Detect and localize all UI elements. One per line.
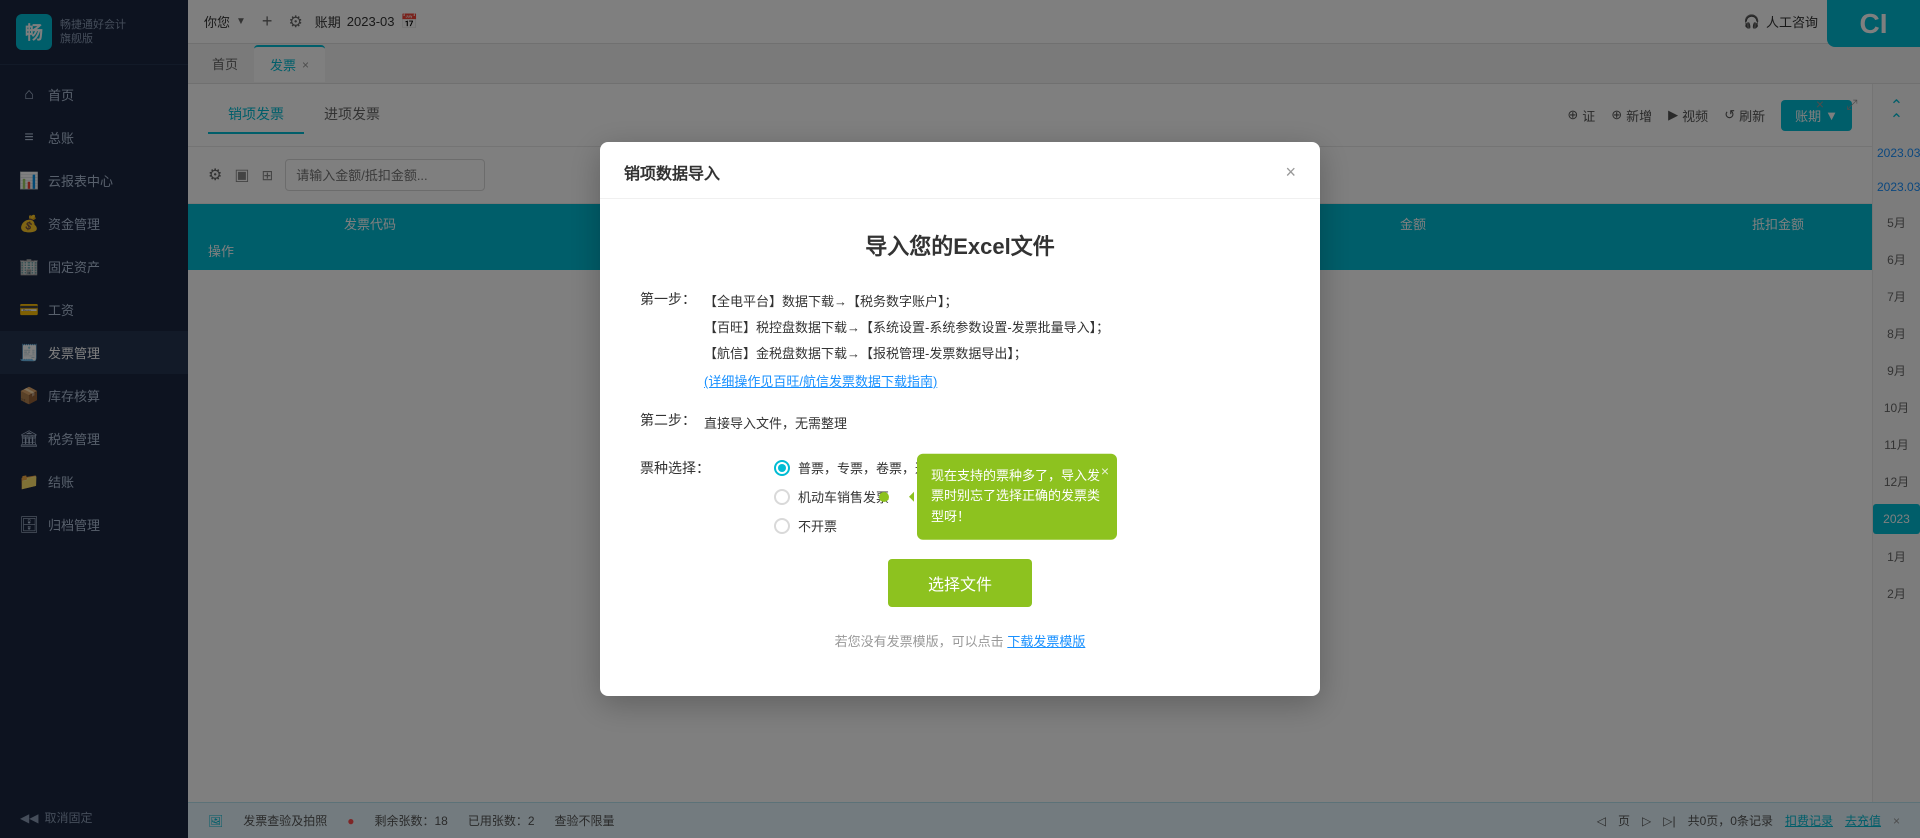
radio-motor[interactable]: 机动车销售发票 × 现在支持的票种多了，导入发票时别忘了选择正确的发票类型呀！ <box>774 487 1084 506</box>
ticket-section: 票种选择： 普票，专票，卷票，通行费发票，农产品销售发票 机动车销售发票 <box>640 458 1280 535</box>
radio-group: 普票，专票，卷票，通行费发票，农产品销售发票 机动车销售发票 × 现在支持的票种… <box>774 458 1084 535</box>
tooltip-bubble: × 现在支持的票种多了，导入发票时别忘了选择正确的发票类型呀！ <box>917 453 1117 539</box>
modal-title: 销项数据导入 <box>624 160 720 184</box>
radio-no-ticket-label: 不开票 <box>798 516 837 535</box>
step1-line1: 【全电平台】数据下载→【税务数字账户】； <box>704 289 1109 315</box>
radio-no-ticket-circle <box>774 518 790 534</box>
step1-line3: 【航信】金税盘数据下载→【报税管理-发票数据导出】； <box>704 341 1109 367</box>
ticket-label: 票种选择： <box>640 458 710 478</box>
radio-normal-circle <box>774 460 790 476</box>
modal: 销项数据导入 × 导入您的Excel文件 第一步： 【全电平台】数据下载→【税务… <box>600 142 1320 696</box>
modal-overlay: 销项数据导入 × 导入您的Excel文件 第一步： 【全电平台】数据下载→【税务… <box>0 0 1920 838</box>
modal-footer-note: 若您没有发票模版，可以点击 下载发票模版 <box>640 631 1280 666</box>
step1-line2: 【百旺】税控盘数据下载→【系统设置-系统参数设置-发票批量导入】； <box>704 315 1109 341</box>
step1-content: 【全电平台】数据下载→【税务数字账户】； 【百旺】税控盘数据下载→【系统设置-系… <box>704 289 1109 390</box>
step2-label: 第二步： <box>640 410 696 430</box>
step1-section: 第一步： 【全电平台】数据下载→【税务数字账户】； 【百旺】税控盘数据下载→【系… <box>640 289 1280 390</box>
modal-header: 销项数据导入 × <box>600 142 1320 199</box>
tooltip-text: 现在支持的票种多了，导入发票时别忘了选择正确的发票类型呀！ <box>931 467 1100 524</box>
select-file-button[interactable]: 选择文件 <box>888 559 1032 607</box>
step2-section: 第二步： 直接导入文件，无需整理 <box>640 410 1280 438</box>
download-template-link[interactable]: 下载发票模版 <box>1007 634 1085 649</box>
step1-link[interactable]: (详细操作见百旺/航信发票数据下载指南) <box>704 374 937 389</box>
modal-close-btn[interactable]: × <box>1285 163 1296 181</box>
radio-motor-circle <box>774 489 790 505</box>
step2-content: 直接导入文件，无需整理 <box>704 411 847 437</box>
step1-label: 第一步： <box>640 289 696 382</box>
radio-motor-label: 机动车销售发票 <box>798 487 889 506</box>
tooltip-close-btn[interactable]: × <box>1101 459 1109 481</box>
modal-main-title: 导入您的Excel文件 <box>640 229 1280 261</box>
footer-note-text: 若您没有发票模版，可以点击 <box>835 634 1004 649</box>
modal-body: 导入您的Excel文件 第一步： 【全电平台】数据下载→【税务数字账户】； 【百… <box>600 199 1320 696</box>
